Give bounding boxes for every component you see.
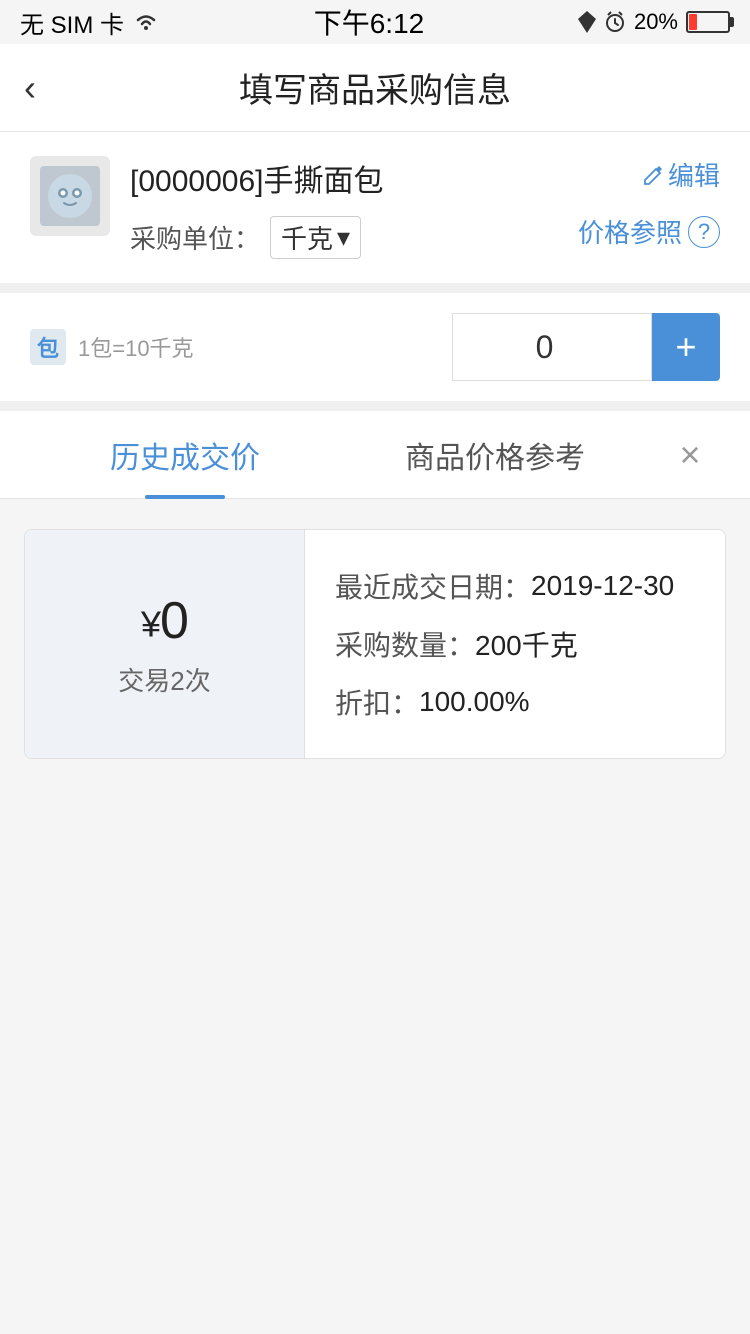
page-title: 填写商品采购信息 bbox=[239, 63, 511, 112]
quantity-label: 包 1包=10千克 bbox=[30, 329, 194, 365]
tabs-close-button[interactable]: × bbox=[660, 425, 720, 485]
product-thumbnail bbox=[30, 156, 110, 236]
recent-date-row: 最近成交日期： 2019-12-30 bbox=[335, 566, 695, 606]
product-card: [0000006]手撕面包 采购单位： 千克 ▾ 编辑 价格参照 bbox=[0, 132, 750, 293]
alarm-icon bbox=[604, 11, 626, 33]
back-button[interactable]: ‹ bbox=[24, 67, 36, 109]
location-icon bbox=[578, 11, 596, 33]
edit-button[interactable]: 编辑 bbox=[642, 156, 720, 193]
tabs-bar: 历史成交价 商品价格参考 × bbox=[0, 411, 750, 499]
tab-active-indicator bbox=[145, 495, 225, 499]
history-content: ¥0 交易2次 最近成交日期： 2019-12-30 采购数量： 200千克 折… bbox=[0, 499, 750, 1099]
history-price: ¥0 bbox=[141, 591, 188, 651]
quantity-input[interactable] bbox=[452, 313, 652, 381]
history-card-right: 最近成交日期： 2019-12-30 采购数量： 200千克 折扣： 100.0… bbox=[305, 530, 725, 758]
quantity-plus-button[interactable]: + bbox=[652, 313, 720, 381]
price-reference-button[interactable]: 价格参照 ? bbox=[578, 213, 720, 250]
status-bar: 无 SIM 卡 下午6:12 20% bbox=[0, 0, 750, 44]
history-trade-count: 交易2次 bbox=[118, 661, 210, 698]
unit-sub-text: 1包=10千克 bbox=[78, 331, 194, 363]
quantity-input-group: + bbox=[452, 313, 720, 381]
purchase-quantity-row: 采购数量： 200千克 bbox=[335, 624, 695, 664]
product-unit-row: 采购单位： 千克 ▾ bbox=[130, 216, 383, 259]
quantity-row: 包 1包=10千克 + bbox=[0, 293, 750, 411]
help-icon: ? bbox=[688, 216, 720, 248]
product-info: [0000006]手撕面包 采购单位： 千克 ▾ bbox=[130, 156, 383, 259]
edit-icon bbox=[642, 164, 664, 186]
unit-dropdown[interactable]: 千克 ▾ bbox=[270, 216, 361, 259]
unit-label: 采购单位： bbox=[130, 219, 260, 256]
product-logo-icon bbox=[45, 171, 95, 221]
history-card: ¥0 交易2次 最近成交日期： 2019-12-30 采购数量： 200千克 折… bbox=[24, 529, 726, 759]
nav-header: ‹ 填写商品采购信息 bbox=[0, 44, 750, 132]
battery-icon bbox=[686, 11, 730, 33]
status-right: 20% bbox=[578, 9, 730, 35]
discount-row: 折扣： 100.00% bbox=[335, 682, 695, 722]
tab-history-price[interactable]: 历史成交价 bbox=[30, 411, 340, 499]
status-time: 下午6:12 bbox=[314, 2, 425, 42]
history-card-left: ¥0 交易2次 bbox=[25, 530, 305, 758]
status-carrier: 无 SIM 卡 bbox=[20, 5, 160, 40]
battery-percent: 20% bbox=[634, 9, 678, 35]
unit-box-icon: 包 bbox=[30, 329, 66, 365]
wifi-icon bbox=[132, 12, 160, 32]
tab-product-price-ref[interactable]: 商品价格参考 bbox=[340, 411, 650, 499]
product-name: [0000006]手撕面包 bbox=[130, 156, 383, 200]
